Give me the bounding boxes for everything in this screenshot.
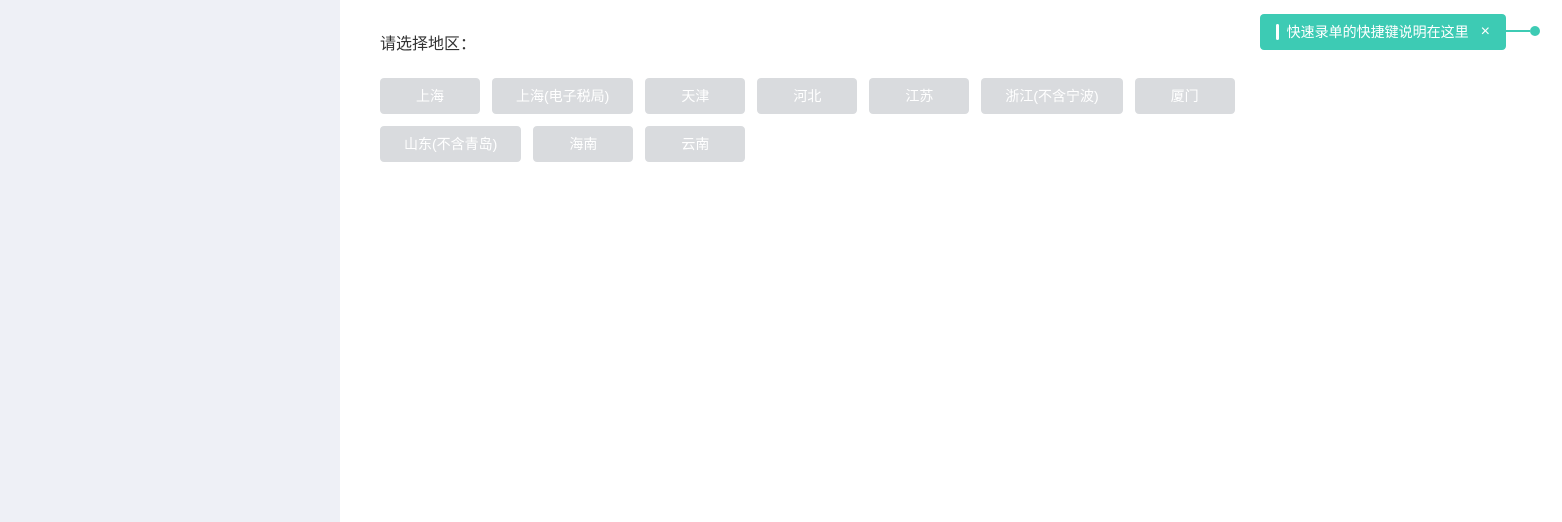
region-btn-hainan[interactable]: 海南 [533, 126, 633, 162]
tooltip-close-button[interactable]: × [1477, 24, 1490, 40]
region-btn-shanghai[interactable]: 上海 [380, 78, 480, 114]
region-row-2: 山东(不含青岛) 海南 云南 [380, 126, 1522, 162]
connector-line [1506, 30, 1530, 32]
region-btn-hebei[interactable]: 河北 [757, 78, 857, 114]
region-btn-xiamen[interactable]: 厦门 [1135, 78, 1235, 114]
region-row-1: 上海 上海(电子税局) 天津 河北 江苏 浙江(不含宁波) 厦门 [380, 78, 1522, 114]
region-btn-jiangsu[interactable]: 江苏 [869, 78, 969, 114]
left-sidebar [0, 0, 340, 522]
tooltip-text: 快速录单的快捷键说明在这里 [1287, 22, 1469, 42]
region-btn-yunnan[interactable]: 云南 [645, 126, 745, 162]
dot-indicator [1530, 26, 1540, 36]
region-btn-shanghai-etax[interactable]: 上海(电子税局) [492, 78, 633, 114]
tooltip-bar [1276, 24, 1279, 40]
region-btn-zhejiang[interactable]: 浙江(不含宁波) [981, 78, 1122, 114]
region-btn-tianjin[interactable]: 天津 [645, 78, 745, 114]
main-content: 请选择地区： 上海 上海(电子税局) 天津 河北 江苏 浙江(不含宁波) 厦门 … [340, 0, 1562, 522]
tooltip-banner: 快速录单的快捷键说明在这里 × [1260, 14, 1506, 50]
region-btn-shandong[interactable]: 山东(不含青岛) [380, 126, 521, 162]
